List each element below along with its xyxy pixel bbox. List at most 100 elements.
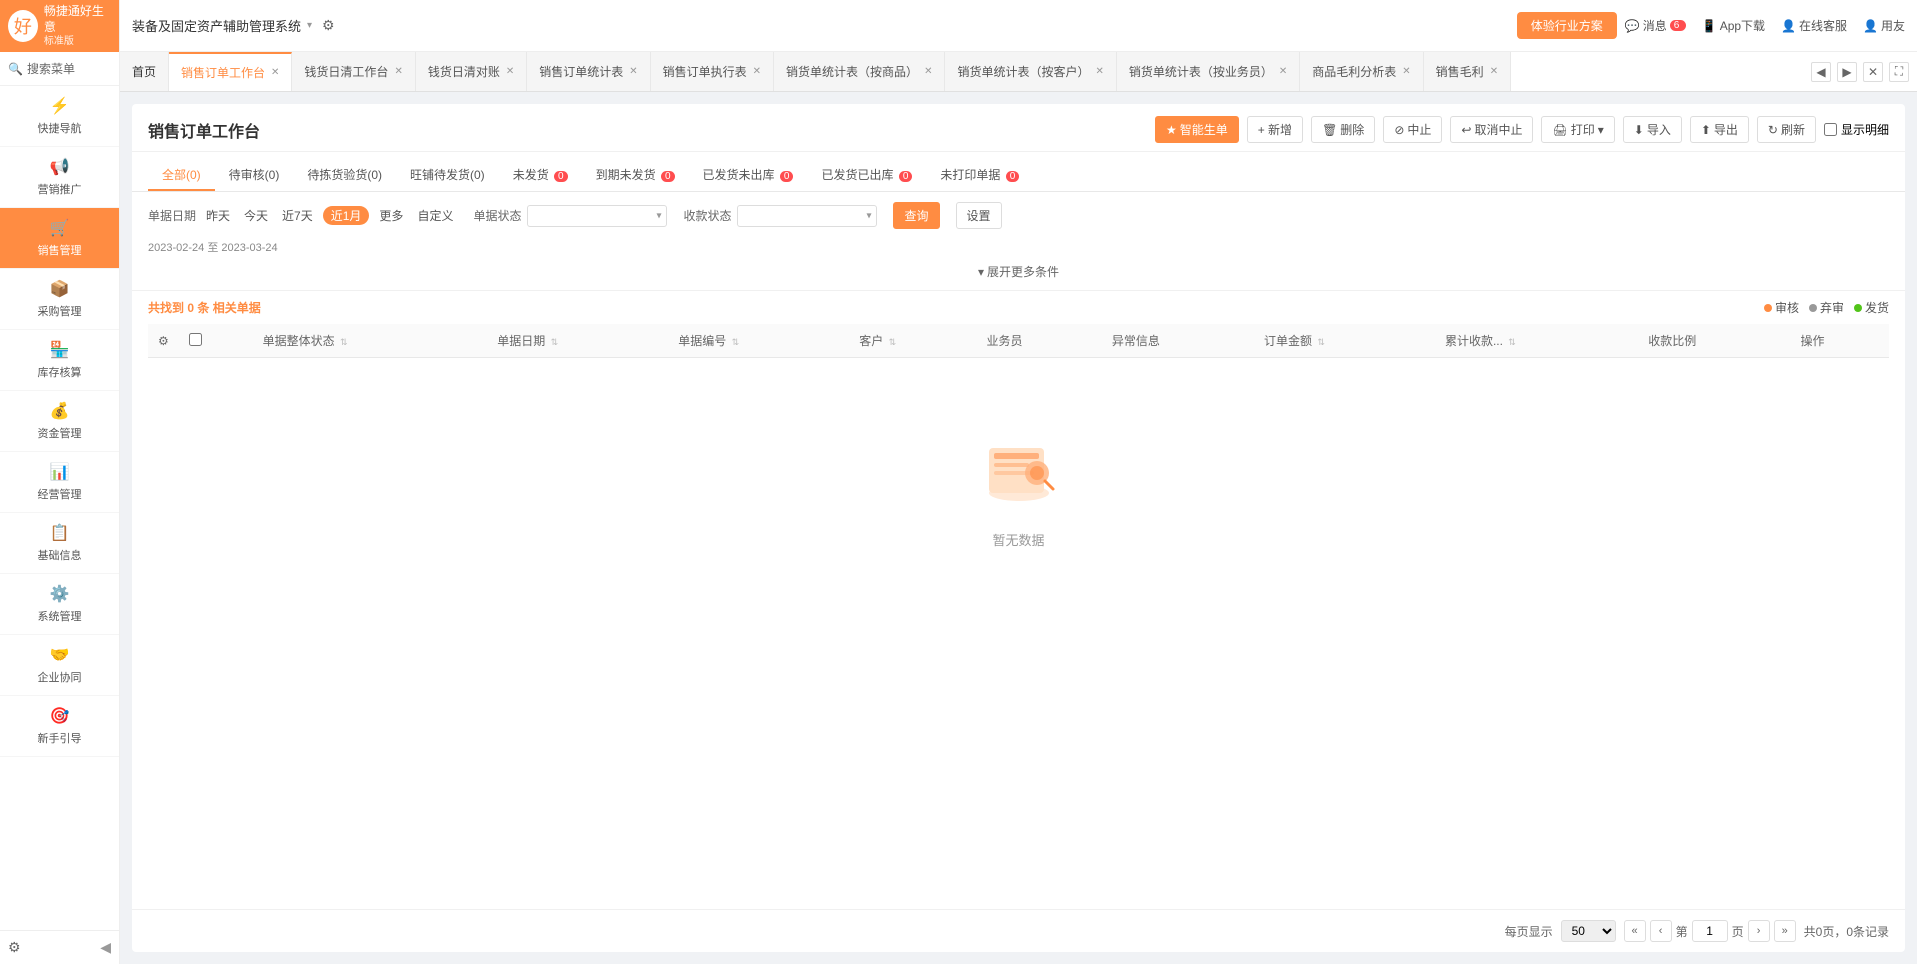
tab-close-all-btn[interactable]: ✕ xyxy=(1863,62,1883,82)
smart-create-button[interactable]: ★ 智能生单 xyxy=(1155,116,1239,143)
th-date[interactable]: 单据日期 ⇅ xyxy=(487,324,668,358)
th-number[interactable]: 单据编号 ⇅ xyxy=(668,324,849,358)
shortcut-7days[interactable]: 近7天 xyxy=(278,206,317,225)
sort-customer-icon: ⇅ xyxy=(889,337,897,347)
cancel-review-action[interactable]: 弃审 xyxy=(1809,299,1844,316)
sidebar-item-system[interactable]: ⚙️ 系统管理 xyxy=(0,574,119,635)
sidebar-item-enterprise[interactable]: 🤝 企业协同 xyxy=(0,635,119,696)
collapse-icon[interactable]: ◀ xyxy=(100,939,111,956)
expand-more-button[interactable]: ▾ 展开更多条件 xyxy=(978,263,1059,280)
show-detail-checkbox[interactable]: 显示明细 xyxy=(1824,121,1889,138)
sub-tab-not-delivered[interactable]: 未发货 0 xyxy=(499,160,582,191)
page-input[interactable] xyxy=(1692,920,1728,942)
deliver-action[interactable]: 发货 xyxy=(1854,299,1889,316)
sidebar-item-guide[interactable]: 🎯 新手引导 xyxy=(0,696,119,757)
tab-maximize-btn[interactable]: ⛶ xyxy=(1889,62,1909,82)
sub-tab-delivered-out[interactable]: 已发货已出库 0 xyxy=(807,160,926,191)
export-button[interactable]: ⬆ 导出 xyxy=(1690,116,1749,143)
sub-tab-not-printed[interactable]: 未打印单据 0 xyxy=(926,160,1033,191)
sidebar-item-operations[interactable]: 📊 经营管理 xyxy=(0,452,119,513)
th-collected[interactable]: 累计收款... ⇅ xyxy=(1435,324,1638,358)
sub-tab-wangpu[interactable]: 旺铺待发货(0) xyxy=(396,160,499,191)
page-size-select[interactable]: 50 10 20 100 xyxy=(1561,920,1616,942)
tab-close-icon[interactable]: ✕ xyxy=(394,66,402,77)
shortcut-yesterday[interactable]: 昨天 xyxy=(202,206,234,225)
tab-close-icon[interactable]: ✕ xyxy=(1279,66,1287,77)
status-select[interactable] xyxy=(527,205,667,227)
tab-prev-btn[interactable]: ◀ xyxy=(1811,62,1831,82)
tab-close-icon[interactable]: ✕ xyxy=(924,66,932,77)
tab-close-icon[interactable]: ✕ xyxy=(1402,66,1410,77)
sales-icon: 🛒 xyxy=(50,218,70,238)
detail-checkbox-input[interactable] xyxy=(1824,123,1837,136)
th-status[interactable]: 单据整体状态 ⇅ xyxy=(253,324,488,358)
filter-settings-button[interactable]: 设置 xyxy=(956,202,1002,229)
tab-close-icon[interactable]: ✕ xyxy=(1490,66,1498,77)
tab-goods-customer[interactable]: 销货单统计表（按客户） ✕ xyxy=(945,52,1116,92)
shortcut-1month[interactable]: 近1月 xyxy=(323,206,370,225)
tab-sales-profit[interactable]: 销售毛利 ✕ xyxy=(1424,52,1511,92)
column-settings-icon[interactable]: ⚙ xyxy=(158,334,169,348)
sidebar-item-inventory[interactable]: 🏪 库存核算 xyxy=(0,330,119,391)
tab-cash-daily[interactable]: 钱货日清工作台 ✕ xyxy=(292,52,415,92)
page-prev-btn[interactable]: ‹ xyxy=(1650,920,1672,942)
sub-tab-overdue[interactable]: 到期未发货 0 xyxy=(582,160,689,191)
th-settings: ⚙ xyxy=(148,324,179,358)
sub-tab-pending-review[interactable]: 待审核(0) xyxy=(215,160,294,191)
payment-select[interactable] xyxy=(737,205,877,227)
user-action[interactable]: 👤 用友 xyxy=(1863,17,1905,34)
settings-icon[interactable]: ⚙ xyxy=(8,939,21,956)
refresh-button[interactable]: ↻ 刷新 xyxy=(1757,116,1816,143)
query-button[interactable]: 查询 xyxy=(893,202,939,229)
page-first-btn[interactable]: « xyxy=(1624,920,1646,942)
tab-goods-product[interactable]: 销货单统计表（按商品） ✕ xyxy=(774,52,945,92)
page-last-btn[interactable]: » xyxy=(1774,920,1796,942)
tab-sales-stats[interactable]: 销售订单统计表 ✕ xyxy=(527,52,650,92)
sub-tab-all[interactable]: 全部(0) xyxy=(148,160,215,191)
suspend-button[interactable]: ⊘ 中止 xyxy=(1383,116,1442,143)
sidebar-item-label: 基础信息 xyxy=(38,547,82,563)
tab-sales-exec[interactable]: 销售订单执行表 ✕ xyxy=(651,52,774,92)
cancel-suspend-button[interactable]: ↩ 取消中止 xyxy=(1450,116,1533,143)
shortcut-more[interactable]: 更多 xyxy=(375,206,407,225)
message-action[interactable]: 💬 消息 6 xyxy=(1625,17,1686,34)
th-customer[interactable]: 客户 ⇅ xyxy=(849,324,976,358)
sidebar-item-sales[interactable]: 🛒 销售管理 xyxy=(0,208,119,269)
solution-button[interactable]: 体验行业方案 xyxy=(1517,12,1617,39)
tab-close-icon[interactable]: ✕ xyxy=(506,66,514,77)
tab-close-icon[interactable]: ✕ xyxy=(1095,66,1103,77)
th-amount[interactable]: 订单金额 ⇅ xyxy=(1254,324,1435,358)
tab-close-icon[interactable]: ✕ xyxy=(271,67,279,78)
import-button[interactable]: ⬇ 导入 xyxy=(1623,116,1682,143)
add-button[interactable]: + 新增 xyxy=(1247,116,1303,143)
header-settings-icon[interactable]: ⚙ xyxy=(322,17,335,34)
sidebar-item-quick-nav[interactable]: ⚡ 快捷导航 xyxy=(0,86,119,147)
tab-close-icon[interactable]: ✕ xyxy=(753,66,761,77)
shortcut-today[interactable]: 今天 xyxy=(240,206,272,225)
sidebar-item-purchase[interactable]: 📦 采购管理 xyxy=(0,269,119,330)
sub-tab-delivered-not-out[interactable]: 已发货未出库 0 xyxy=(689,160,808,191)
sidebar-search[interactable]: 🔍 搜索菜单 xyxy=(0,52,119,86)
online-service-action[interactable]: 👤 在线客服 xyxy=(1781,17,1847,34)
select-all-checkbox[interactable] xyxy=(189,333,202,346)
tab-home[interactable]: 首页 xyxy=(120,52,169,92)
tab-goods-margin[interactable]: 商品毛利分析表 ✕ xyxy=(1300,52,1423,92)
sidebar-item-finance[interactable]: 💰 资金管理 xyxy=(0,391,119,452)
th-exception[interactable]: 异常信息 xyxy=(1102,324,1254,358)
sub-tab-pending-inspect[interactable]: 待拣货验货(0) xyxy=(293,160,396,191)
page-next-btn[interactable]: › xyxy=(1748,920,1770,942)
sidebar-item-basic[interactable]: 📋 基础信息 xyxy=(0,513,119,574)
shortcut-custom[interactable]: 自定义 xyxy=(413,206,457,225)
sidebar-item-marketing[interactable]: 📢 营销推广 xyxy=(0,147,119,208)
chevron-down-icon[interactable]: ▾ xyxy=(307,20,312,31)
print-button[interactable]: 🖨 打印 ▾ xyxy=(1541,116,1614,143)
delete-button[interactable]: 🗑 删除 xyxy=(1311,116,1375,143)
app-download-action[interactable]: 📱 App下载 xyxy=(1702,17,1765,34)
tab-sales-workbench[interactable]: 销售订单工作台 ✕ xyxy=(169,52,292,92)
tab-next-btn[interactable]: ▶ xyxy=(1837,62,1857,82)
th-staff[interactable]: 业务员 xyxy=(977,324,1102,358)
tab-goods-staff[interactable]: 销货单统计表（按业务员） ✕ xyxy=(1117,52,1300,92)
tab-close-icon[interactable]: ✕ xyxy=(629,66,637,77)
review-action[interactable]: 审核 xyxy=(1764,299,1799,316)
tab-cash-reconcile[interactable]: 钱货日清对账 ✕ xyxy=(416,52,527,92)
